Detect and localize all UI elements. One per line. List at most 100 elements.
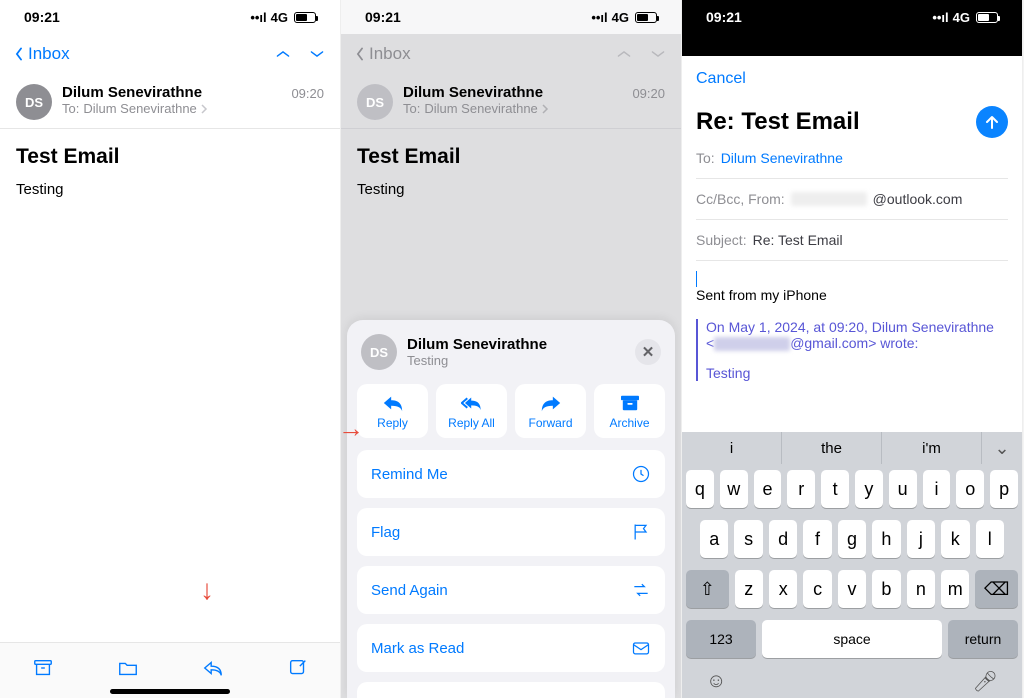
mark-read-item[interactable]: Mark as Read (357, 624, 665, 672)
subject-field[interactable]: Subject: Re: Test Email (696, 220, 1008, 261)
key-l[interactable]: l (976, 520, 1004, 558)
key-w[interactable]: w (720, 470, 748, 508)
compose-button[interactable] (287, 657, 309, 684)
suggestion-1[interactable]: i (682, 432, 782, 464)
subject-value: Re: Test Email (753, 232, 843, 248)
switch-key[interactable]: 123 (686, 620, 756, 658)
signal-icon: ••ıl (591, 10, 607, 25)
reply-label: Reply (377, 416, 408, 430)
chevron-down-icon[interactable] (310, 47, 324, 61)
send-again-item[interactable]: Send Again (357, 566, 665, 614)
key-j[interactable]: j (907, 520, 935, 558)
suggestion-2[interactable]: the (782, 432, 882, 464)
message-header: DS Dilum Senevirathne To: Dilum Senevira… (0, 74, 340, 129)
signal-icon: ••ıl (932, 10, 948, 25)
to-name: Dilum Senevirathne (83, 101, 196, 116)
to-label: To: (696, 150, 715, 166)
key-c[interactable]: c (803, 570, 831, 608)
key-h[interactable]: h (872, 520, 900, 558)
message-time: 09:20 (291, 84, 324, 101)
message-header: DS Dilum Senevirathne To: Dilum Senevira… (341, 74, 681, 129)
emoji-button[interactable]: ☺ (706, 670, 726, 693)
key-n[interactable]: n (907, 570, 935, 608)
arrow-up-icon (984, 114, 1000, 130)
status-bar: 09:21 ••ıl 4G (0, 0, 340, 34)
redacted-email (791, 192, 867, 206)
key-t[interactable]: t (821, 470, 849, 508)
envelope-icon (631, 638, 651, 658)
to-field[interactable]: To: Dilum Senevirathne (696, 138, 1008, 179)
close-button[interactable]: ✕ (635, 339, 661, 365)
chevron-right-icon (542, 104, 549, 114)
reply-action[interactable]: Reply (357, 384, 428, 438)
key-s[interactable]: s (734, 520, 762, 558)
key-m[interactable]: m (941, 570, 969, 608)
quote-attrib-1: On May 1, 2024, at 09:20, Dilum Senevira… (706, 319, 994, 335)
archive-action[interactable]: Archive (594, 384, 665, 438)
sender-name: Dilum Senevirathne (62, 84, 281, 101)
keyboard: i the i'm ⌄ q w e r t y u i o p a s d f … (682, 432, 1022, 698)
key-g[interactable]: g (838, 520, 866, 558)
folder-button[interactable] (117, 657, 139, 684)
key-a[interactable]: a (700, 520, 728, 558)
chevron-down-icon (651, 47, 665, 61)
shift-key[interactable]: ⇧ (686, 570, 729, 608)
move-item[interactable]: Move Message (357, 682, 665, 698)
keyboard-footer: ☺ 🎤︎ (682, 664, 1022, 698)
dictation-button[interactable]: 🎤︎ (973, 669, 998, 694)
key-r[interactable]: r (787, 470, 815, 508)
avatar: DS (16, 84, 52, 120)
key-k[interactable]: k (941, 520, 969, 558)
forward-action[interactable]: Forward (515, 384, 586, 438)
cancel-button[interactable]: Cancel (696, 70, 746, 88)
to-label: To: (62, 101, 79, 116)
key-y[interactable]: y (855, 470, 883, 508)
remind-me-item[interactable]: Remind Me (357, 450, 665, 498)
reply-all-action[interactable]: Reply All (436, 384, 507, 438)
sender-name: Dilum Senevirathne (403, 84, 622, 101)
space-key[interactable]: space (762, 620, 942, 658)
send-button[interactable] (976, 106, 1008, 138)
message-body: Testing (341, 175, 681, 204)
back-button[interactable]: Inbox (353, 44, 411, 64)
key-u[interactable]: u (889, 470, 917, 508)
recipient-row[interactable]: To: Dilum Senevirathne (62, 101, 281, 116)
key-b[interactable]: b (872, 570, 900, 608)
forward-icon (540, 394, 562, 412)
nav-arrows (617, 47, 669, 61)
compose-card: Cancel Re: Test Email To: Dilum Senevira… (682, 56, 1022, 399)
back-button[interactable]: Inbox (12, 44, 70, 64)
key-v[interactable]: v (838, 570, 866, 608)
key-p[interactable]: p (990, 470, 1018, 508)
key-e[interactable]: e (754, 470, 782, 508)
key-f[interactable]: f (803, 520, 831, 558)
archive-button[interactable] (32, 657, 54, 684)
quote-body: Testing (706, 365, 1008, 381)
key-z[interactable]: z (735, 570, 763, 608)
back-label: Inbox (369, 44, 411, 64)
key-d[interactable]: d (769, 520, 797, 558)
key-i[interactable]: i (923, 470, 951, 508)
forward-label: Forward (528, 416, 572, 430)
backspace-key[interactable]: ⌫ (975, 570, 1018, 608)
key-o[interactable]: o (956, 470, 984, 508)
ccbcc-field[interactable]: Cc/Bcc, From: @outlook.com (696, 179, 1008, 220)
dismiss-keyboard-icon[interactable]: ⌄ (982, 432, 1022, 464)
chevron-up-icon[interactable] (276, 47, 290, 61)
suggestion-3[interactable]: i'm (882, 432, 982, 464)
key-q[interactable]: q (686, 470, 714, 508)
status-time: 09:21 (365, 9, 401, 25)
signature: Sent from my iPhone (696, 287, 827, 303)
flag-label: Flag (371, 524, 400, 541)
recipient-row: To: Dilum Senevirathne (403, 101, 622, 116)
nav-bar: Inbox (0, 34, 340, 74)
key-x[interactable]: x (769, 570, 797, 608)
flag-item[interactable]: Flag (357, 508, 665, 556)
cycle-icon (631, 580, 651, 600)
ccbcc-label: Cc/Bcc, From: (696, 191, 785, 207)
reply-button[interactable] (202, 657, 224, 684)
return-key[interactable]: return (948, 620, 1018, 658)
status-icons: ••ıl 4G (932, 10, 998, 25)
status-icons: ••ıl 4G (250, 10, 316, 25)
compose-body[interactable]: Sent from my iPhone On May 1, 2024, at 0… (696, 261, 1008, 381)
